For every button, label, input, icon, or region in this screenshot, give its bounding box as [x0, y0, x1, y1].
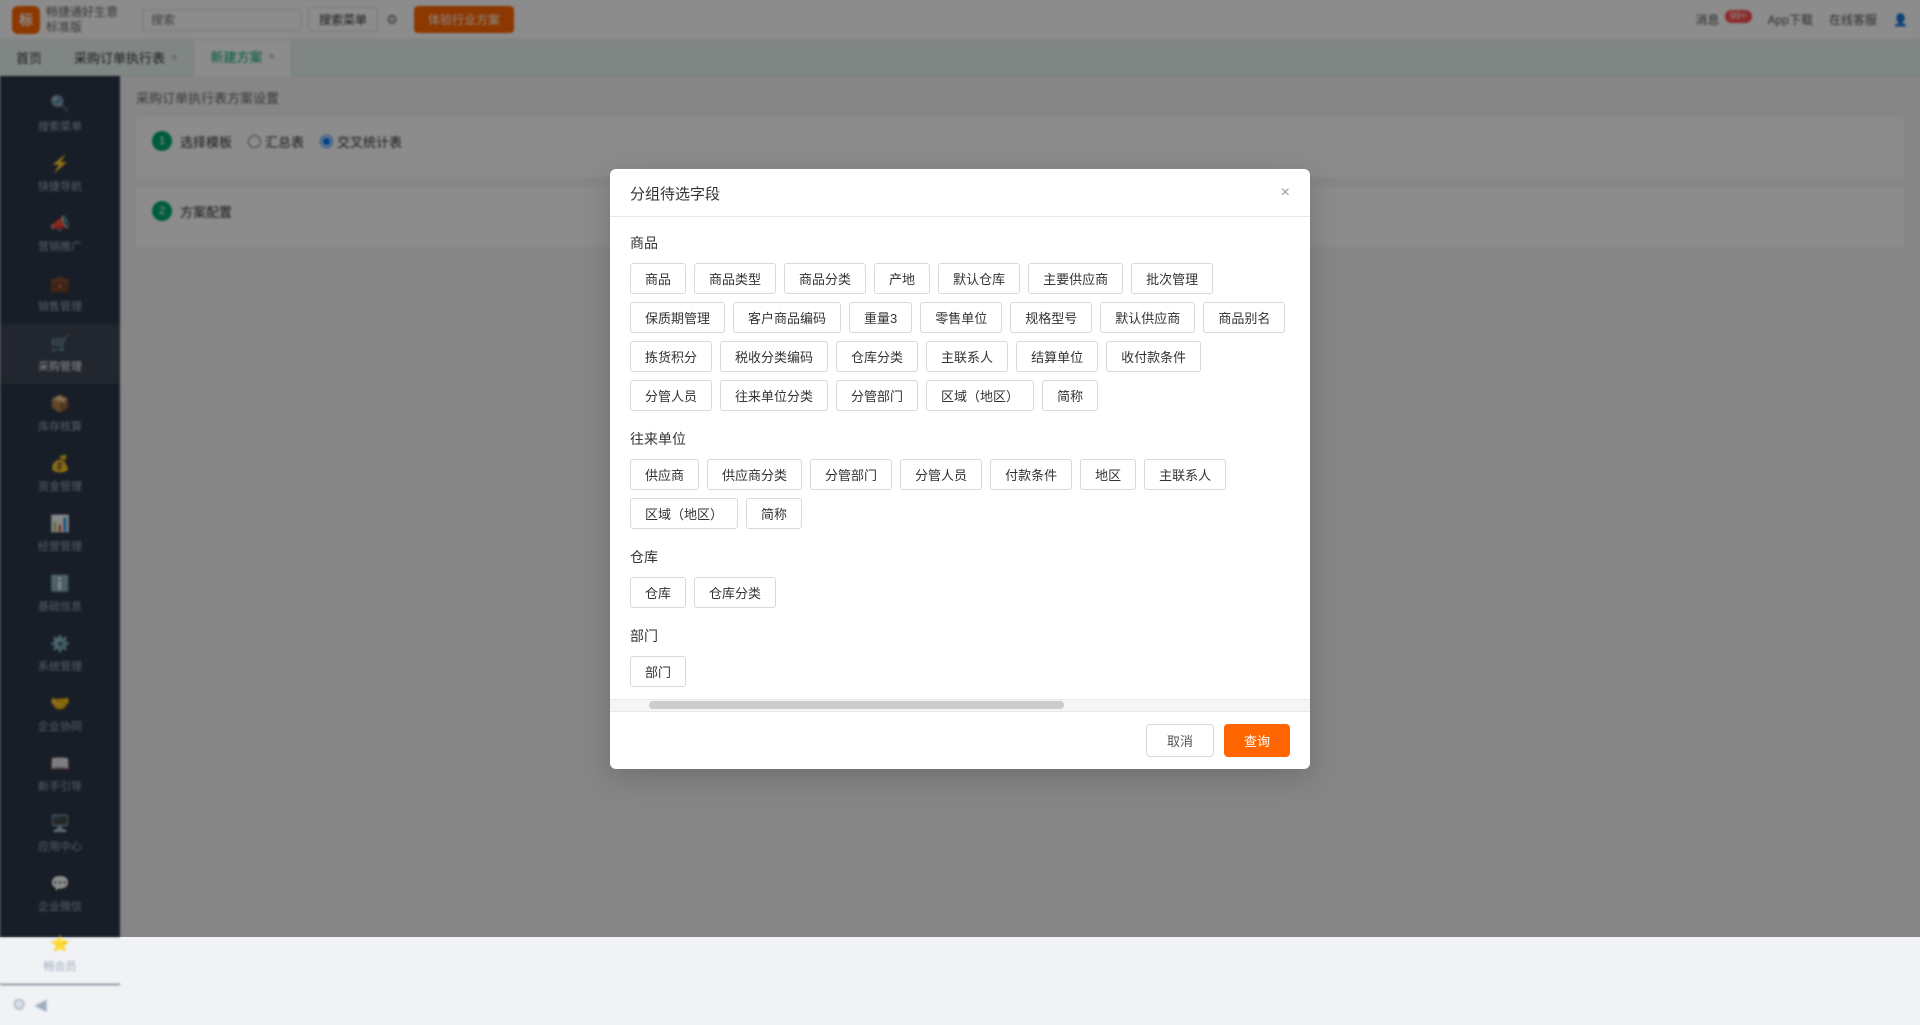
field-tag[interactable]: 默认供应商: [1100, 302, 1195, 333]
field-tag[interactable]: 收付款条件: [1106, 341, 1201, 372]
field-tag[interactable]: 拣货积分: [630, 341, 712, 372]
field-tag[interactable]: 供应商分类: [707, 459, 802, 490]
sidebar-gear-icon[interactable]: ⚙: [12, 995, 26, 1015]
member-icon: ⭐: [50, 934, 70, 954]
field-tag[interactable]: 主要供应商: [1028, 263, 1123, 294]
field-group-title: 往来单位: [630, 429, 1290, 449]
field-group-title: 仓库: [630, 547, 1290, 567]
field-tag[interactable]: 默认仓库: [938, 263, 1020, 294]
sidebar-item-label: 畅会员: [44, 958, 77, 974]
field-tag[interactable]: 分管部门: [836, 380, 918, 411]
modal-horizontal-scrollbar[interactable]: [610, 699, 1310, 711]
sidebar-bottom: ⚙ ◀: [0, 984, 120, 1025]
field-tag[interactable]: 区域（地区）: [630, 498, 738, 529]
field-tag[interactable]: 仓库分类: [694, 577, 776, 608]
field-tag[interactable]: 付款条件: [990, 459, 1072, 490]
field-tag[interactable]: 仓库分类: [836, 341, 918, 372]
field-tag[interactable]: 规格型号: [1010, 302, 1092, 333]
field-group-部门: 部门部门: [630, 626, 1290, 687]
field-tag[interactable]: 供应商: [630, 459, 699, 490]
field-tag[interactable]: 简称: [1042, 380, 1098, 411]
field-group-title: 部门: [630, 626, 1290, 646]
field-select-modal: 分组待选字段 × 商品商品商品类型商品分类产地默认仓库主要供应商批次管理保质期管…: [610, 169, 1310, 769]
field-tag[interactable]: 分管部门: [810, 459, 892, 490]
field-tag[interactable]: 部门: [630, 656, 686, 687]
field-tag[interactable]: 分管人员: [900, 459, 982, 490]
field-tag[interactable]: 区域（地区）: [926, 380, 1034, 411]
field-tag[interactable]: 批次管理: [1131, 263, 1213, 294]
field-tag[interactable]: 商品别名: [1203, 302, 1285, 333]
field-tags: 商品商品类型商品分类产地默认仓库主要供应商批次管理保质期管理客户商品编码重量3 零…: [630, 263, 1290, 411]
modal-header: 分组待选字段 ×: [610, 169, 1310, 217]
hscroll-thumb: [649, 701, 1064, 709]
cancel-button[interactable]: 取消: [1146, 724, 1214, 757]
field-tags: 供应商供应商分类分管部门分管人员付款条件地区主联系人区域（地区） 简称: [630, 459, 1290, 529]
field-tag[interactable]: 仓库: [630, 577, 686, 608]
modal-close-button[interactable]: ×: [1281, 184, 1290, 202]
field-tag[interactable]: 商品类型: [694, 263, 776, 294]
sidebar-collapse-icon[interactable]: ◀: [34, 995, 46, 1015]
field-group-仓库: 仓库仓库仓库分类: [630, 547, 1290, 608]
modal-title: 分组待选字段: [630, 183, 720, 204]
modal-footer: 取消 查询: [610, 711, 1310, 769]
field-tag[interactable]: 地区: [1080, 459, 1136, 490]
field-tags: 部门: [630, 656, 1290, 687]
field-tag[interactable]: 商品分类: [784, 263, 866, 294]
field-tag[interactable]: 商品: [630, 263, 686, 294]
field-tag[interactable]: 零售单位: [920, 302, 1002, 333]
field-tag[interactable]: 主联系人: [1144, 459, 1226, 490]
field-tag[interactable]: 税收分类编码: [720, 341, 828, 372]
field-tag[interactable]: 简称: [746, 498, 802, 529]
field-tag[interactable]: 重量3: [849, 302, 912, 333]
field-group-商品: 商品商品商品类型商品分类产地默认仓库主要供应商批次管理保质期管理客户商品编码重量…: [630, 233, 1290, 411]
field-tag[interactable]: 保质期管理: [630, 302, 725, 333]
field-tag[interactable]: 往来单位分类: [720, 380, 828, 411]
field-tag[interactable]: 客户商品编码: [733, 302, 841, 333]
field-group-title: 商品: [630, 233, 1290, 253]
field-tag[interactable]: 产地: [874, 263, 930, 294]
field-tag[interactable]: 分管人员: [630, 380, 712, 411]
field-group-往来单位: 往来单位供应商供应商分类分管部门分管人员付款条件地区主联系人区域（地区） 简称: [630, 429, 1290, 529]
field-tags: 仓库仓库分类: [630, 577, 1290, 608]
confirm-button[interactable]: 查询: [1224, 724, 1290, 757]
modal-body: 商品商品商品类型商品分类产地默认仓库主要供应商批次管理保质期管理客户商品编码重量…: [610, 217, 1310, 699]
field-tag[interactable]: 结算单位: [1016, 341, 1098, 372]
field-tag[interactable]: 主联系人: [926, 341, 1008, 372]
